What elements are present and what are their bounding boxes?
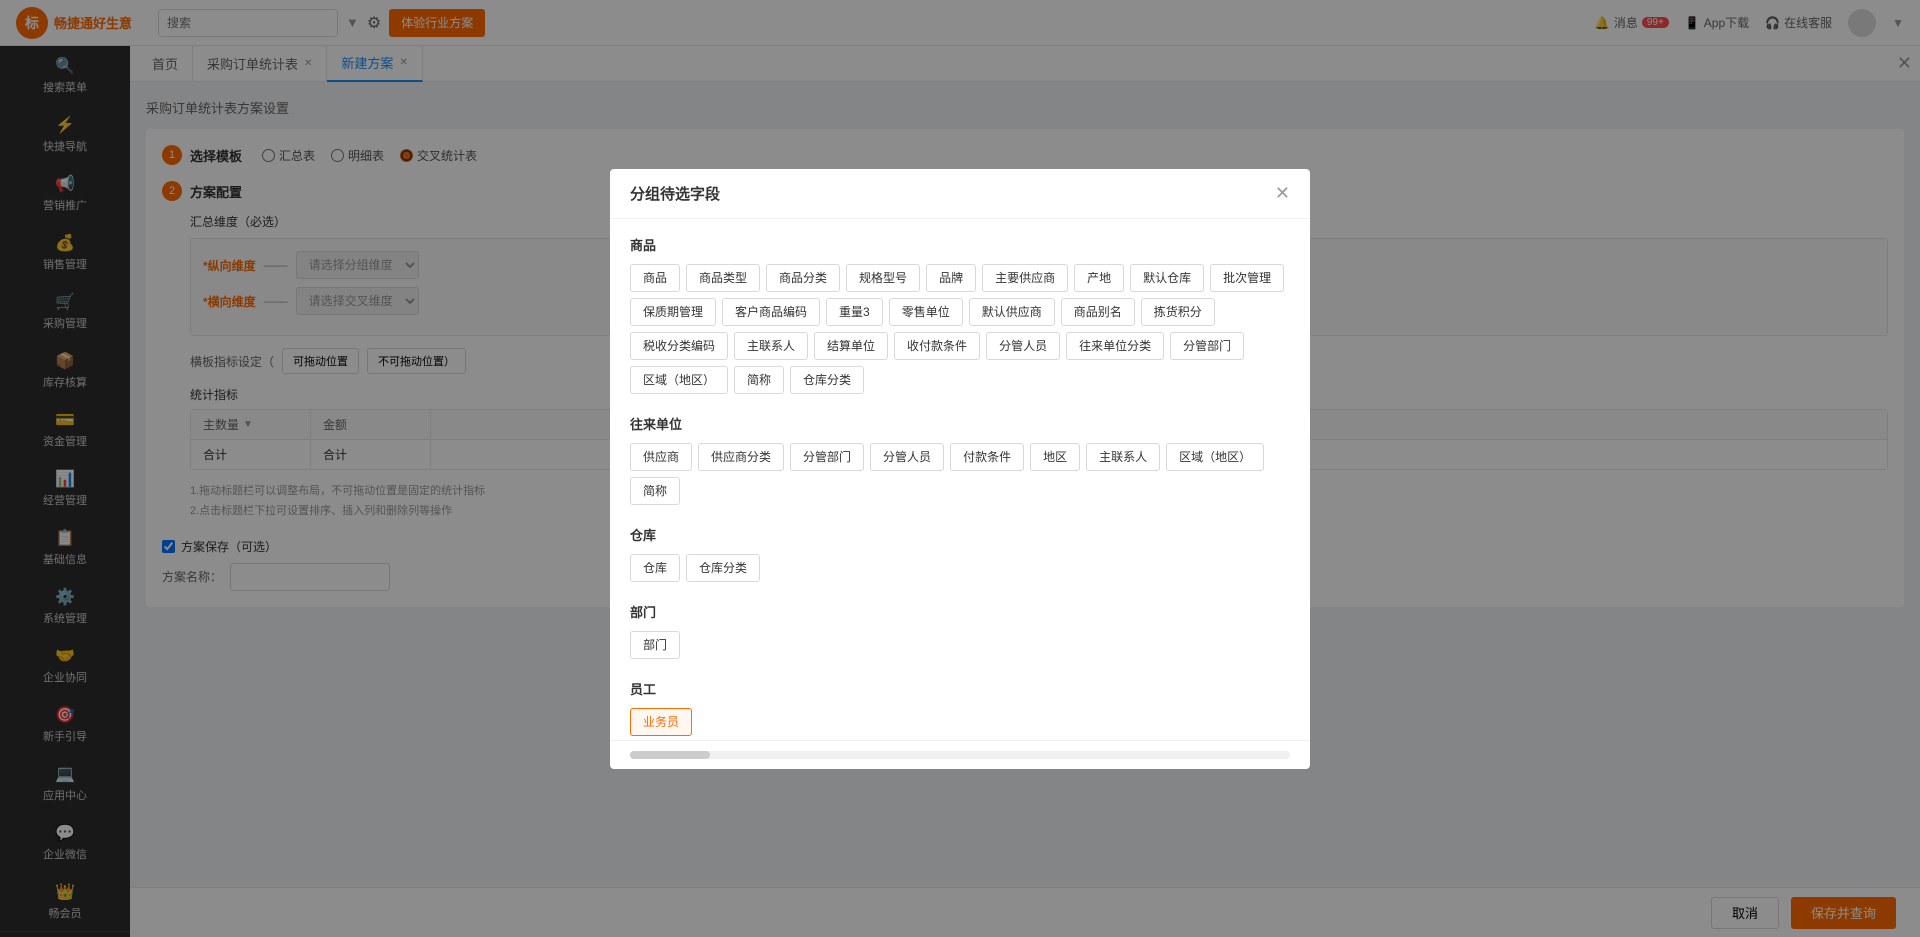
field-tag-product-type[interactable]: 商品类型 <box>686 264 760 292</box>
section-partner-tags: 供应商 供应商分类 分管部门 分管人员 付款条件 地区 主联系人 区域（地区） … <box>630 443 1290 505</box>
field-tag-abbr2[interactable]: 简称 <box>630 477 680 505</box>
section-employee-title: 员工 <box>630 679 1290 698</box>
section-partner: 往来单位 供应商 供应商分类 分管部门 分管人员 付款条件 地区 主联系人 区域… <box>630 414 1290 505</box>
field-tag-settlement-unit[interactable]: 结算单位 <box>814 332 888 360</box>
section-warehouse-tags: 仓库 仓库分类 <box>630 554 1290 582</box>
modal-header: 分组待选字段 ✕ <box>610 169 1310 219</box>
field-tag-warehouse-category[interactable]: 仓库分类 <box>790 366 864 394</box>
field-tag-main-supplier[interactable]: 主要供应商 <box>982 264 1068 292</box>
section-warehouse-title: 仓库 <box>630 525 1290 544</box>
field-tag-shelf-life[interactable]: 保质期管理 <box>630 298 716 326</box>
field-tag-supervisor2[interactable]: 分管人员 <box>870 443 944 471</box>
section-employee-tags: 业务员 <box>630 708 1290 736</box>
section-product-title: 商品 <box>630 235 1290 254</box>
field-tag-supplier-category[interactable]: 供应商分类 <box>698 443 784 471</box>
field-tag-dept[interactable]: 部门 <box>630 631 680 659</box>
field-tag-batch-mgmt[interactable]: 批次管理 <box>1210 264 1284 292</box>
field-tag-warehouse-cat[interactable]: 仓库分类 <box>686 554 760 582</box>
field-tag-pick-score[interactable]: 拣货积分 <box>1141 298 1215 326</box>
field-tag-payment-cond[interactable]: 付款条件 <box>950 443 1024 471</box>
scroll-thumb[interactable] <box>630 751 710 759</box>
field-tag-default-supplier[interactable]: 默认供应商 <box>969 298 1055 326</box>
field-tag-payment-terms[interactable]: 收付款条件 <box>894 332 980 360</box>
field-tag-supervisor[interactable]: 分管人员 <box>986 332 1060 360</box>
section-dept-tags: 部门 <box>630 631 1290 659</box>
field-tag-dept-mgr2[interactable]: 分管部门 <box>790 443 864 471</box>
field-tag-region2[interactable]: 区域（地区） <box>1166 443 1264 471</box>
section-partner-title: 往来单位 <box>630 414 1290 433</box>
field-tag-weight[interactable]: 重量3 <box>826 298 883 326</box>
field-tag-partner-category[interactable]: 往来单位分类 <box>1066 332 1164 360</box>
modal-title: 分组待选字段 <box>630 183 720 204</box>
section-dept: 部门 部门 <box>630 602 1290 659</box>
horizontal-scrollbar[interactable] <box>630 751 1290 759</box>
modal-footer <box>610 740 1310 769</box>
field-tag-dept-mgr[interactable]: 分管部门 <box>1170 332 1244 360</box>
field-tag-product-alias[interactable]: 商品别名 <box>1061 298 1135 326</box>
modal-close-button[interactable]: ✕ <box>1275 183 1290 204</box>
section-warehouse: 仓库 仓库 仓库分类 <box>630 525 1290 582</box>
field-tag-abbr[interactable]: 简称 <box>734 366 784 394</box>
field-tag-supplier[interactable]: 供应商 <box>630 443 692 471</box>
modal-overlay: 分组待选字段 ✕ 商品 商品 商品类型 商品分类 规格型号 品牌 主要供应商 产… <box>0 0 1920 937</box>
field-tag-region[interactable]: 区域（地区） <box>630 366 728 394</box>
field-tag-retail-unit[interactable]: 零售单位 <box>889 298 963 326</box>
field-tag-tax-code[interactable]: 税收分类编码 <box>630 332 728 360</box>
field-tag-main-contact2[interactable]: 主联系人 <box>1086 443 1160 471</box>
field-tag-area[interactable]: 地区 <box>1030 443 1080 471</box>
field-tag-spec-model[interactable]: 规格型号 <box>846 264 920 292</box>
field-tag-salesman[interactable]: 业务员 <box>630 708 692 736</box>
field-tag-origin[interactable]: 产地 <box>1074 264 1124 292</box>
modal-body: 商品 商品 商品类型 商品分类 规格型号 品牌 主要供应商 产地 默认仓库 批次… <box>610 219 1310 740</box>
field-tag-main-contact[interactable]: 主联系人 <box>734 332 808 360</box>
section-product: 商品 商品 商品类型 商品分类 规格型号 品牌 主要供应商 产地 默认仓库 批次… <box>630 235 1290 394</box>
field-tag-brand[interactable]: 品牌 <box>926 264 976 292</box>
section-dept-title: 部门 <box>630 602 1290 621</box>
field-tag-product[interactable]: 商品 <box>630 264 680 292</box>
section-employee: 员工 业务员 <box>630 679 1290 736</box>
modal: 分组待选字段 ✕ 商品 商品 商品类型 商品分类 规格型号 品牌 主要供应商 产… <box>610 169 1310 769</box>
field-tag-customer-code[interactable]: 客户商品编码 <box>722 298 820 326</box>
field-tag-product-category[interactable]: 商品分类 <box>766 264 840 292</box>
field-tag-default-warehouse[interactable]: 默认仓库 <box>1130 264 1204 292</box>
section-product-tags: 商品 商品类型 商品分类 规格型号 品牌 主要供应商 产地 默认仓库 批次管理 … <box>630 264 1290 394</box>
field-tag-warehouse[interactable]: 仓库 <box>630 554 680 582</box>
